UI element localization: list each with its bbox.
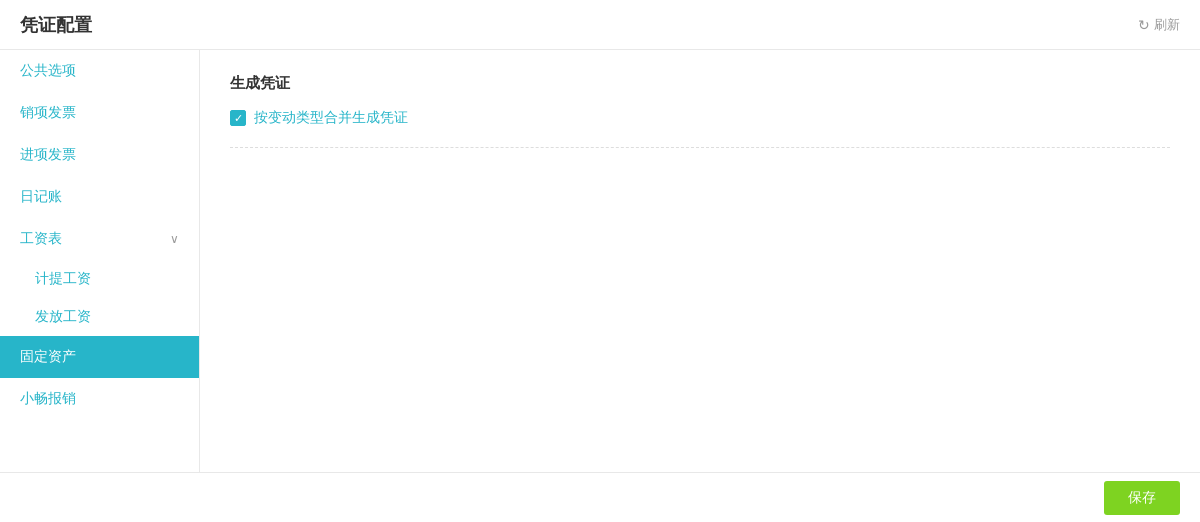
sidebar-item-public-options[interactable]: 公共选项 bbox=[0, 50, 199, 92]
merge-voucher-row: ✓ 按变动类型合并生成凭证 bbox=[230, 109, 1170, 127]
sidebar-item-label: 计提工资 bbox=[35, 270, 91, 286]
check-mark-icon: ✓ bbox=[234, 113, 243, 124]
section-divider bbox=[230, 147, 1170, 148]
page-title: 凭证配置 bbox=[20, 13, 92, 37]
section-title: 生成凭证 bbox=[230, 74, 1170, 93]
sidebar-item-pay-salary[interactable]: 发放工资 bbox=[0, 298, 199, 336]
content-area: 生成凭证 ✓ 按变动类型合并生成凭证 bbox=[200, 50, 1200, 472]
sidebar-item-journal[interactable]: 日记账 bbox=[0, 176, 199, 218]
refresh-label: 刷新 bbox=[1154, 16, 1180, 34]
sidebar-item-label: 发放工资 bbox=[35, 308, 91, 324]
save-button[interactable]: 保存 bbox=[1104, 481, 1180, 515]
sidebar-item-expense-report[interactable]: 小畅报销 bbox=[0, 378, 199, 420]
merge-voucher-checkbox[interactable]: ✓ bbox=[230, 110, 246, 126]
sidebar-item-purchase-invoice[interactable]: 进项发票 bbox=[0, 134, 199, 176]
sidebar-item-calculate-salary[interactable]: 计提工资 bbox=[0, 260, 199, 298]
sidebar-item-label: 小畅报销 bbox=[20, 390, 76, 408]
merge-voucher-label: 按变动类型合并生成凭证 bbox=[254, 109, 408, 127]
sidebar-item-payroll-table[interactable]: 工资表 ∨ bbox=[0, 218, 199, 260]
header: 凭证配置 ↻ 刷新 bbox=[0, 0, 1200, 50]
sidebar-item-label: 公共选项 bbox=[20, 62, 76, 80]
sidebar: 公共选项 销项发票 进项发票 日记账 工资表 ∨ 计提工资 发放工资 固定资产 … bbox=[0, 50, 200, 472]
sidebar-item-label: 日记账 bbox=[20, 188, 62, 206]
sidebar-item-label: 进项发票 bbox=[20, 146, 76, 164]
sidebar-item-label: 固定资产 bbox=[20, 348, 76, 366]
footer: 保存 bbox=[0, 472, 1200, 522]
chevron-down-icon: ∨ bbox=[170, 232, 179, 246]
sidebar-item-sales-invoice[interactable]: 销项发票 bbox=[0, 92, 199, 134]
sidebar-item-label: 销项发票 bbox=[20, 104, 76, 122]
sidebar-item-label: 工资表 bbox=[20, 230, 62, 248]
refresh-icon: ↻ bbox=[1138, 17, 1150, 33]
main-layout: 公共选项 销项发票 进项发票 日记账 工资表 ∨ 计提工资 发放工资 固定资产 … bbox=[0, 50, 1200, 472]
sidebar-item-fixed-assets[interactable]: 固定资产 bbox=[0, 336, 199, 378]
refresh-button[interactable]: ↻ 刷新 bbox=[1138, 16, 1180, 34]
